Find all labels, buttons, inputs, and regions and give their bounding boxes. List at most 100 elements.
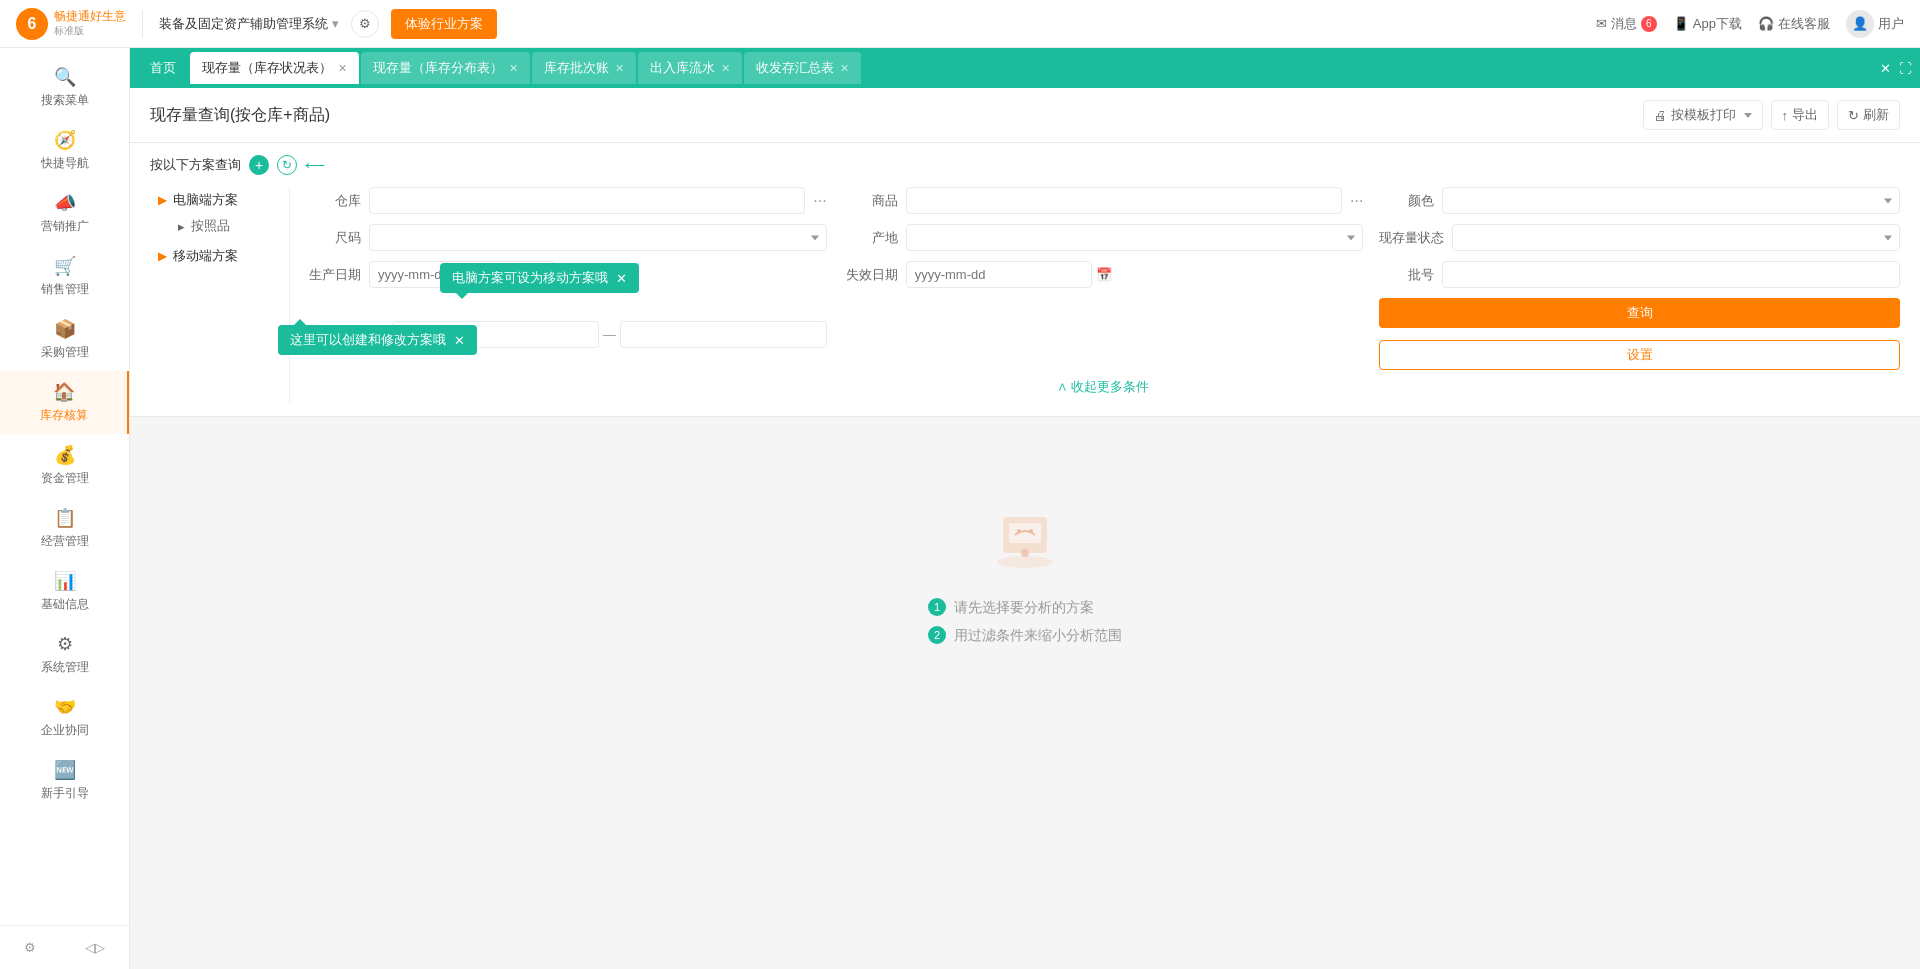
inventory-status-select[interactable] [1452,224,1900,251]
field-row-color: 颜色 [1379,187,1900,214]
print-dropdown-icon [1744,113,1752,118]
search-btns: 查询 设置 [1379,298,1900,370]
app-download-btn[interactable]: 📱 App下载 [1673,15,1742,33]
scheme-item-by-product[interactable]: ▸ 按照品 [170,213,277,239]
sidebar-item-quicknav[interactable]: 🧭 快捷导航 [0,119,129,182]
sidebar-item-system[interactable]: ⚙ 系统管理 [0,623,129,686]
sidebar-item-basic[interactable]: 📊 基础信息 [0,560,129,623]
origin-select[interactable] [906,224,1364,251]
sales-icon: 🛒 [54,255,76,277]
empty-steps: 1 请先选择要分析的方案 2 用过滤条件来缩小分析范围 [928,593,1122,649]
basic-icon: 📊 [54,570,76,592]
scheme-group-mobile: ▶ 移动端方案 [150,243,277,269]
sidebar: 🔍 搜索菜单 🧭 快捷导航 📣 营销推广 🛒 销售管理 📦 采购管 [0,48,130,969]
tab-in-out-flow[interactable]: 出入库流水 ✕ [638,52,742,84]
scheme-group-mobile-label: 移动端方案 [173,247,238,265]
system-dropdown-icon[interactable]: ▾ [332,16,339,31]
filter-label: 按以下方案查询 [150,156,241,174]
sidebar-item-marketing[interactable]: 📣 营销推广 [0,182,129,245]
industry-btn[interactable]: 体验行业方案 [391,9,497,39]
filter-collapse-btn[interactable]: ∧ 收起更多条件 [306,370,1900,404]
empty-cell [843,298,1364,370]
field-row-goods: 商品 ··· [843,187,1364,214]
tab-close-receive-send[interactable]: ✕ [840,62,849,75]
svg-point-3 [1021,549,1029,557]
tab-close-all[interactable]: ✕ [1880,61,1891,76]
field-row-expiry-date: 失效日期 📅 [843,261,1364,288]
tab-home[interactable]: 首页 [138,52,188,84]
search-btn[interactable]: 查询 [1379,298,1900,328]
tab-batch-ledger[interactable]: 库存批次账 ✕ [532,52,636,84]
inventory-icon: 🏠 [53,381,75,403]
compass-icon: 🧭 [54,129,76,151]
expiry-date-calendar-icon[interactable]: 📅 [1096,267,1112,282]
refresh-btn[interactable]: ↻ 刷新 [1837,100,1900,130]
batch-no-input[interactable] [1442,261,1900,288]
headset-icon: 🎧 [1758,16,1774,31]
inventory-range-sep: — [603,327,616,342]
step-num-2: 2 [928,626,946,644]
sidebar-item-sales[interactable]: 🛒 销售管理 [0,245,129,308]
export-btn[interactable]: ↑ 导出 [1771,100,1830,130]
sidebar-settings-btn[interactable]: ⚙ [18,934,42,961]
message-btn[interactable]: ✉ 消息 6 [1596,15,1657,33]
phone-icon: 📱 [1673,16,1689,31]
sidebar-item-purchase[interactable]: 📦 采购管理 [0,308,129,371]
page-actions: 🖨 按模板打印 ↑ 导出 ↻ 刷新 [1643,100,1901,130]
sidebar-item-search[interactable]: 🔍 搜索菜单 [0,56,129,119]
page-content: 现存量查询(按仓库+商品) 🖨 按模板打印 ↑ 导出 ↻ [130,88,1920,969]
settings-button[interactable]: ⚙ [351,10,379,38]
sidebar-item-enterprise[interactable]: 🤝 企业协同 [0,686,129,749]
tooltip-create-scheme: 这里可以创建和修改方案哦 ✕ [278,325,477,355]
inventory-main-to[interactable] [620,321,827,348]
scheme-group-pc-header[interactable]: ▶ 电脑端方案 [150,187,277,213]
empty-state: 1 请先选择要分析的方案 2 用过滤条件来缩小分析范围 [130,417,1920,729]
sidebar-menu: 🔍 搜索菜单 🧭 快捷导航 📣 营销推广 🛒 销售管理 📦 采购管 [0,48,129,925]
filter-arrow-btn[interactable]: ⟵ [305,155,325,175]
tab-close-batch-ledger[interactable]: ✕ [615,62,624,75]
expiry-date-input[interactable] [906,261,1092,288]
brand-name: 畅捷通好生意 [54,9,126,25]
user-menu-btn[interactable]: 👤 用户 [1846,10,1904,38]
svg-point-0 [997,556,1053,568]
warehouse-input[interactable] [369,187,805,214]
warehouse-control [369,187,805,214]
online-support-btn[interactable]: 🎧 在线客服 [1758,15,1830,33]
sidebar-item-finance[interactable]: 💰 资金管理 [0,434,129,497]
scheme-children-pc: ▸ 按照品 [150,213,277,239]
tab-close-in-out-flow[interactable]: ✕ [721,62,730,75]
system-name: 装备及固定资产辅助管理系统 ▾ [159,15,339,33]
tab-close-inventory-status[interactable]: ✕ [338,62,347,75]
scheme-group-mobile-header[interactable]: ▶ 移动端方案 [150,243,277,269]
goods-input[interactable] [906,187,1342,214]
tab-inventory-dist[interactable]: 现存量（库存分布表） ✕ [361,52,530,84]
tab-close-inventory-dist[interactable]: ✕ [509,62,518,75]
empty-step-1: 1 请先选择要分析的方案 [928,593,1122,621]
expiry-date-range: 📅 [906,261,1112,288]
color-select[interactable] [1442,187,1900,214]
sidebar-item-inventory[interactable]: 🏠 库存核算 [0,371,129,434]
filter-refresh-btn[interactable]: ↻ [277,155,297,175]
warehouse-more-icon[interactable]: ··· [813,192,826,210]
size-select[interactable] [369,224,827,251]
tab-receive-send[interactable]: 收发存汇总表 ✕ [744,52,861,84]
export-icon: ↑ [1782,108,1789,123]
tooltip-pc-close[interactable]: ✕ [616,271,627,286]
tab-fullscreen[interactable]: ⛶ [1899,61,1912,76]
print-btn[interactable]: 🖨 按模板打印 [1643,100,1763,130]
sidebar-collapse-btn[interactable]: ◁▷ [79,934,111,961]
search-icon: 🔍 [54,66,76,88]
reset-btn[interactable]: 设置 [1379,340,1900,370]
filter-add-btn[interactable]: + [249,155,269,175]
sidebar-item-guide[interactable]: 🆕 新手引导 [0,749,129,812]
filter-fields: 仓库 ··· 商品 [306,187,1900,404]
tooltip-create-close[interactable]: ✕ [454,333,465,348]
print-icon: 🖨 [1654,108,1667,123]
chevron-right-icon: ▶ [158,193,167,207]
tab-inventory-status[interactable]: 现存量（库存状况表） ✕ [190,52,359,84]
empty-illustration [985,497,1065,577]
step-num-1: 1 [928,598,946,616]
goods-more-icon[interactable]: ··· [1350,192,1363,210]
sidebar-item-operations[interactable]: 📋 经营管理 [0,497,129,560]
field-row-inventory-status: 现存量状态 [1379,224,1900,251]
